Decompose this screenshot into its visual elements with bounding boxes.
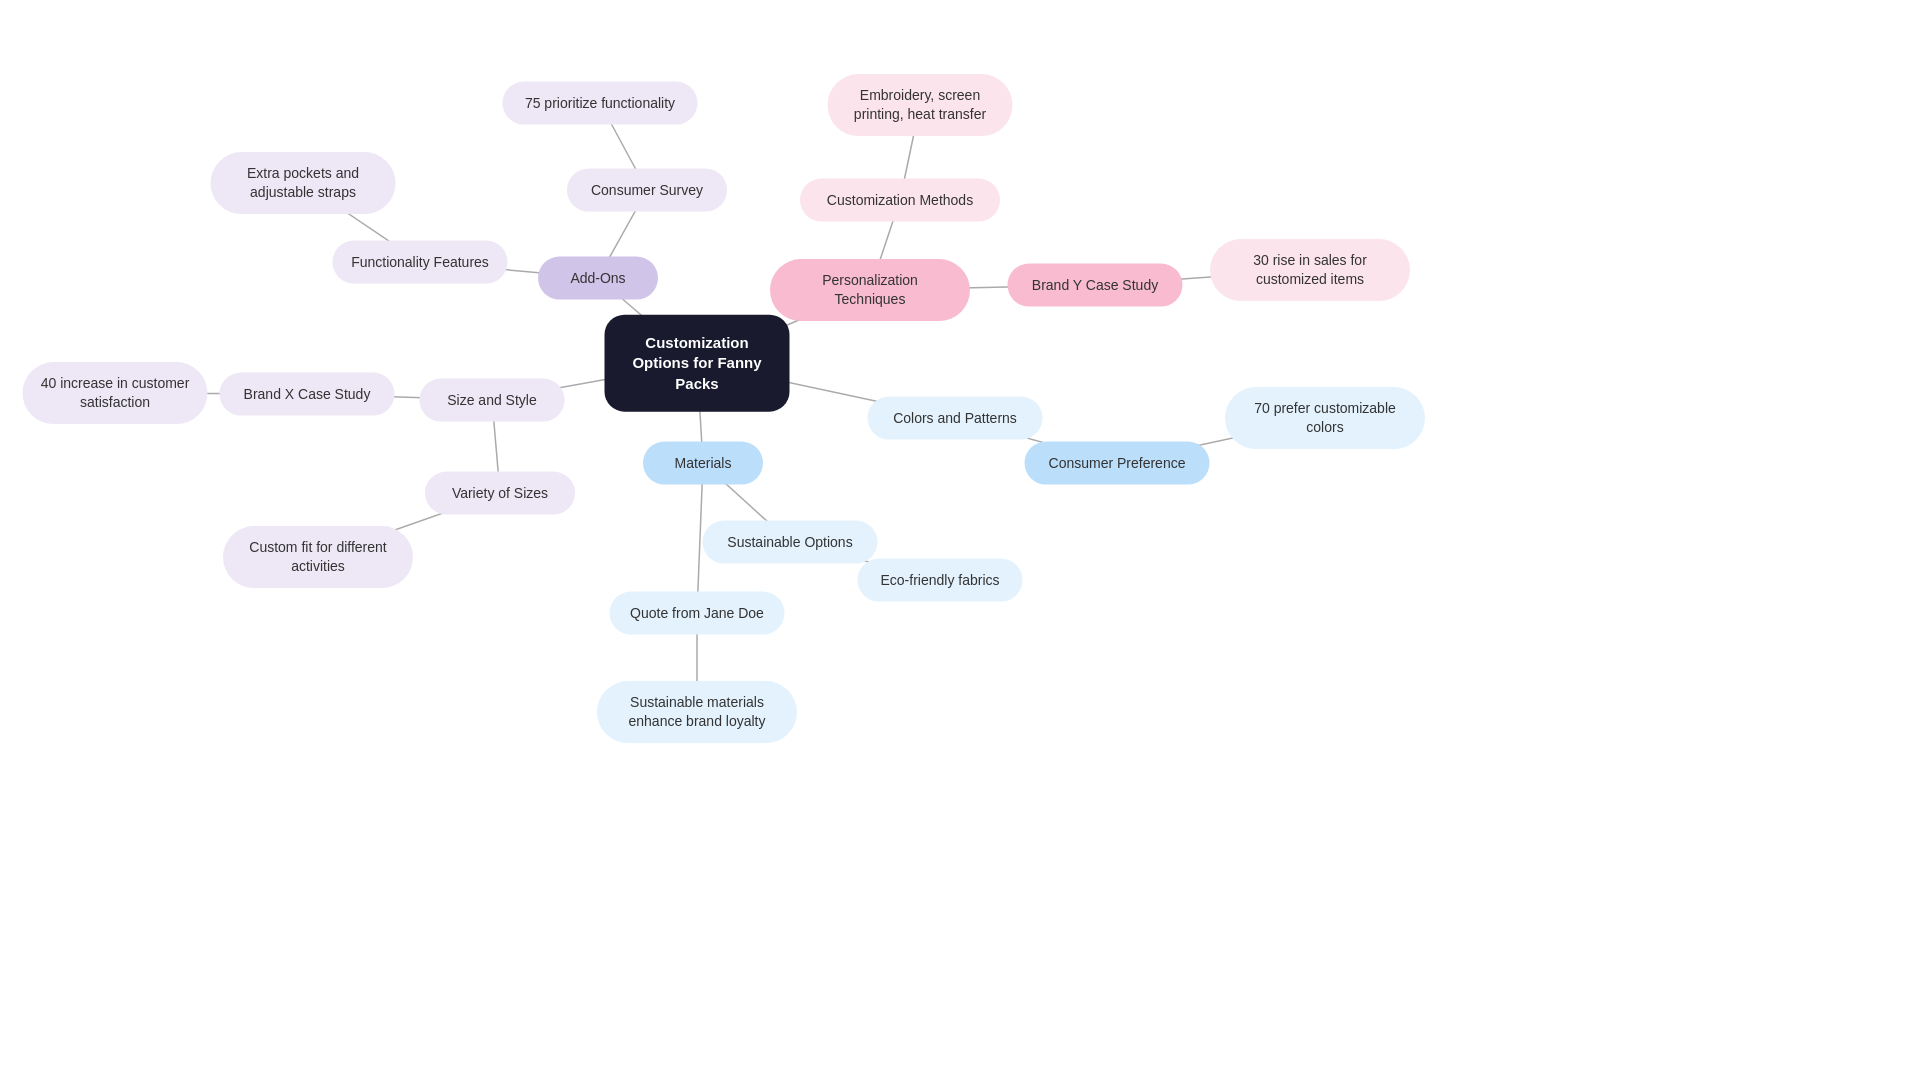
node-extra-pockets: Extra pockets and adjustable straps [211, 152, 396, 214]
node-materials: Materials [643, 442, 763, 485]
node-prefer-colors: 70 prefer customizable colors [1225, 387, 1425, 449]
node-brand-y: Brand Y Case Study [1008, 264, 1183, 307]
center-node: Customization Options for Fanny Packs [605, 315, 790, 412]
node-eco-friendly: Eco-friendly fabrics [858, 559, 1023, 602]
node-functionality-features: Functionality Features [333, 241, 508, 284]
node-personalization: Personalization Techniques [770, 259, 970, 321]
node-brand-x: Brand X Case Study [220, 373, 395, 416]
node-consumer-survey: Consumer Survey [567, 169, 727, 212]
node-rise-sales: 30 rise in sales for customized items [1210, 239, 1410, 301]
node-sustainable-options: Sustainable Options [703, 521, 878, 564]
node-consumer-pref: Consumer Preference [1025, 442, 1210, 485]
node-increase-satisfaction: 40 increase in customer satisfaction [23, 362, 208, 424]
node-custom-fit: Custom fit for different activities [223, 526, 413, 588]
node-variety-sizes: Variety of Sizes [425, 472, 575, 515]
node-size-style: Size and Style [420, 379, 565, 422]
node-quote-jane: Quote from Jane Doe [610, 592, 785, 635]
mindmap-container: Customization Options for Fanny PacksPer… [0, 0, 1920, 1083]
node-customization-methods: Customization Methods [800, 179, 1000, 222]
node-sustainable-brand: Sustainable materials enhance brand loya… [597, 681, 797, 743]
node-add-ons: Add-Ons [538, 257, 658, 300]
node-colors-patterns: Colors and Patterns [868, 397, 1043, 440]
node-prioritize: 75 prioritize functionality [503, 82, 698, 125]
node-embroidery: Embroidery, screen printing, heat transf… [828, 74, 1013, 136]
